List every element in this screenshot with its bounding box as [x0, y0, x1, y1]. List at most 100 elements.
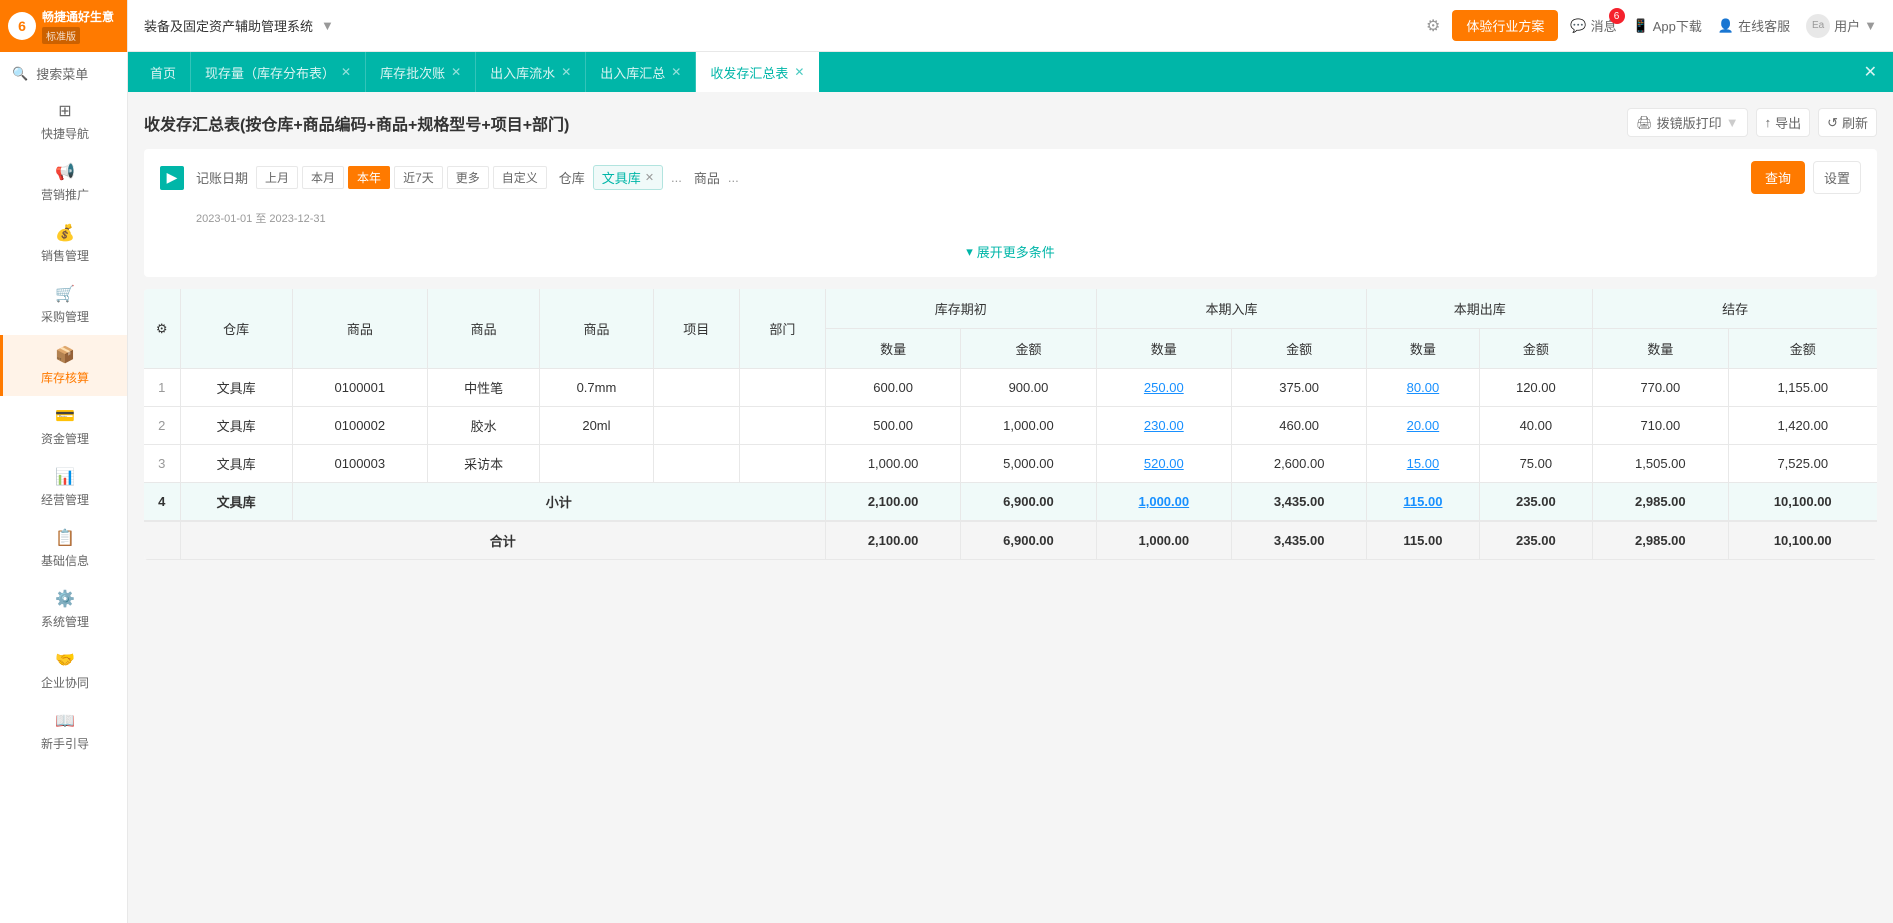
row-in-qty[interactable]: 250.00: [1096, 369, 1231, 407]
guide-icon: 📖: [55, 711, 75, 731]
filter-expand-arrow[interactable]: ▶: [160, 166, 184, 190]
subtotal-init-amt: 6,900.00: [961, 483, 1096, 522]
sidebar-item-coop[interactable]: 🤝 企业协同: [0, 640, 127, 701]
table-header-row-1: ⚙ 仓库 商品 商品 商品 项目 部门 库存期初 本期入库 本期出库 结存: [144, 289, 1877, 329]
tab-in-out-summary-close[interactable]: ✕: [671, 66, 681, 78]
sidebar-item-basic-label: 基础信息: [41, 552, 89, 569]
app-logo: 6 畅捷通好生意 标准版: [0, 0, 127, 52]
messages-badge[interactable]: 💬 消息 6: [1570, 16, 1616, 35]
subtotal-in-qty[interactable]: 1,000.00: [1096, 483, 1231, 522]
table-footer-row: 合计 2,100.00 6,900.00 1,000.00 3,435.00 1…: [144, 521, 1877, 560]
tab-in-out-summary[interactable]: 出入库汇总 ✕: [586, 52, 696, 92]
table-row: 2 文具库 0100002 胶水 20ml 500.00 1,000.00 23…: [144, 407, 1877, 445]
sidebar-item-operations[interactable]: 📊 经营管理: [0, 457, 127, 518]
tab-in-out-flow[interactable]: 出入库流水 ✕: [476, 52, 586, 92]
sidebar-item-guide[interactable]: 📖 新手引导: [0, 701, 127, 762]
col-settings-btn[interactable]: ⚙: [144, 289, 180, 369]
row-bal-amt: 1,420.00: [1728, 407, 1877, 445]
settings-gear-icon[interactable]: ⚙: [1426, 16, 1440, 36]
warehouse-more-btn[interactable]: ...: [671, 170, 682, 185]
sidebar-item-quick-nav-label: 快捷导航: [41, 125, 89, 142]
row-spec: 0.7mm: [540, 369, 654, 407]
print-icon: 🖨: [1636, 115, 1653, 131]
row-warehouse: 文具库: [180, 369, 292, 407]
row-out-amt: 75.00: [1479, 445, 1593, 483]
row-out-qty[interactable]: 20.00: [1367, 407, 1479, 445]
avatar: Ea: [1806, 14, 1830, 38]
tab-stock-dist[interactable]: 现存量（库存分布表） ✕: [191, 52, 366, 92]
date-btn-more[interactable]: 更多: [447, 166, 489, 189]
goods-more-btn[interactable]: ...: [728, 170, 739, 185]
col-init-qty-header: 数量: [825, 329, 960, 369]
tab-batch[interactable]: 库存批次账 ✕: [366, 52, 476, 92]
print-button[interactable]: 🖨 拨镜版打印 ▼: [1627, 108, 1747, 137]
sidebar-item-assets[interactable]: 💳 资金管理: [0, 396, 127, 457]
row-out-qty[interactable]: 15.00: [1367, 445, 1479, 483]
sidebar-item-guide-label: 新手引导: [41, 735, 89, 752]
row-code: 0100001: [292, 369, 427, 407]
sidebar-item-marketing[interactable]: 📢 营销推广: [0, 152, 127, 213]
date-btn-last-month[interactable]: 上月: [256, 166, 298, 189]
trial-button[interactable]: 体验行业方案: [1452, 10, 1558, 41]
row-out-amt: 120.00: [1479, 369, 1593, 407]
expand-label: 展开更多条件: [977, 242, 1055, 261]
tab-stock-dist-close[interactable]: ✕: [341, 66, 351, 78]
page-content: 收发存汇总表(按仓库+商品编码+商品+规格型号+项目+部门) 🖨 拨镜版打印 ▼…: [128, 92, 1893, 923]
tab-in-out-flow-close[interactable]: ✕: [561, 66, 571, 78]
row-in-qty[interactable]: 230.00: [1096, 407, 1231, 445]
row-dept: [739, 445, 825, 483]
col-warehouse-header: 仓库: [180, 289, 292, 369]
row-init-amt: 1,000.00: [961, 407, 1096, 445]
export-button[interactable]: ↑ 导出: [1756, 108, 1811, 137]
row-in-amt: 375.00: [1231, 369, 1366, 407]
tab-batch-close[interactable]: ✕: [451, 66, 461, 78]
footer-out-qty: 115.00: [1367, 521, 1479, 560]
sidebar-item-system-label: 系统管理: [41, 613, 89, 630]
warehouse-tag-close-icon[interactable]: ✕: [645, 171, 654, 184]
topbar-right: 💬 消息 6 📱 App下载 👤 在线客服 Ea 用户 ▼: [1570, 14, 1877, 38]
date-btn-this-month[interactable]: 本月: [302, 166, 344, 189]
sidebar-item-system[interactable]: ⚙️ 系统管理: [0, 579, 127, 640]
search-menu-item[interactable]: 🔍 搜索菜单: [0, 56, 127, 91]
expand-conditions-btn[interactable]: ▾ 展开更多条件: [966, 242, 1055, 261]
expand-icon: ▾: [966, 244, 973, 260]
row-init-qty: 500.00: [825, 407, 960, 445]
message-icon: 💬: [1570, 18, 1586, 34]
tab-receive-summary-close[interactable]: ✕: [794, 66, 804, 78]
tab-home-label: 首页: [150, 63, 176, 82]
sidebar-item-inventory[interactable]: 📦 库存核算: [0, 335, 127, 396]
sidebar-item-basic[interactable]: 📋 基础信息: [0, 518, 127, 579]
tabs-close-all-btn[interactable]: ✕: [1856, 62, 1885, 82]
row-init-qty: 1,000.00: [825, 445, 960, 483]
subtotal-out-qty[interactable]: 115.00: [1367, 483, 1479, 522]
subtotal-in-amt: 3,435.00: [1231, 483, 1366, 522]
row-project: [653, 445, 739, 483]
row-in-qty[interactable]: 520.00: [1096, 445, 1231, 483]
row-in-amt: 460.00: [1231, 407, 1366, 445]
col-in-amt-header: 金额: [1231, 329, 1366, 369]
date-btn-this-year[interactable]: 本年: [348, 166, 390, 189]
row-dept: [739, 407, 825, 445]
marketing-icon: 📢: [55, 162, 75, 182]
sidebar-item-inventory-label: 库存核算: [41, 369, 89, 386]
app-download-btn[interactable]: 📱 App下载: [1633, 16, 1702, 35]
settings-button[interactable]: 设置: [1813, 161, 1861, 194]
col-out-qty-header: 数量: [1367, 329, 1479, 369]
query-button[interactable]: 查询: [1751, 161, 1805, 194]
refresh-button[interactable]: ↺ 刷新: [1818, 108, 1877, 137]
col-dept-header: 部门: [739, 289, 825, 369]
sidebar-item-quick-nav[interactable]: ⊞ 快捷导航: [0, 91, 127, 152]
user-menu[interactable]: Ea 用户 ▼: [1806, 14, 1877, 38]
row-name: 采访本: [428, 445, 540, 483]
tab-home[interactable]: 首页: [136, 52, 191, 92]
row-out-qty[interactable]: 80.00: [1367, 369, 1479, 407]
sidebar-nav: 🔍 搜索菜单 ⊞ 快捷导航 📢 营销推广 💰 销售管理 🛒 采购管理 📦 库存核…: [0, 52, 127, 923]
goods-filter-group: 商品 ...: [694, 168, 739, 187]
tab-receive-summary[interactable]: 收发存汇总表 ✕: [696, 52, 819, 92]
date-btn-custom[interactable]: 自定义: [493, 166, 547, 189]
online-service-btn[interactable]: 👤 在线客服: [1718, 16, 1790, 35]
assets-icon: 💳: [55, 406, 75, 426]
sidebar-item-purchase[interactable]: 🛒 采购管理: [0, 274, 127, 335]
date-btn-7days[interactable]: 近7天: [394, 166, 443, 189]
sidebar-item-sales[interactable]: 💰 销售管理: [0, 213, 127, 274]
